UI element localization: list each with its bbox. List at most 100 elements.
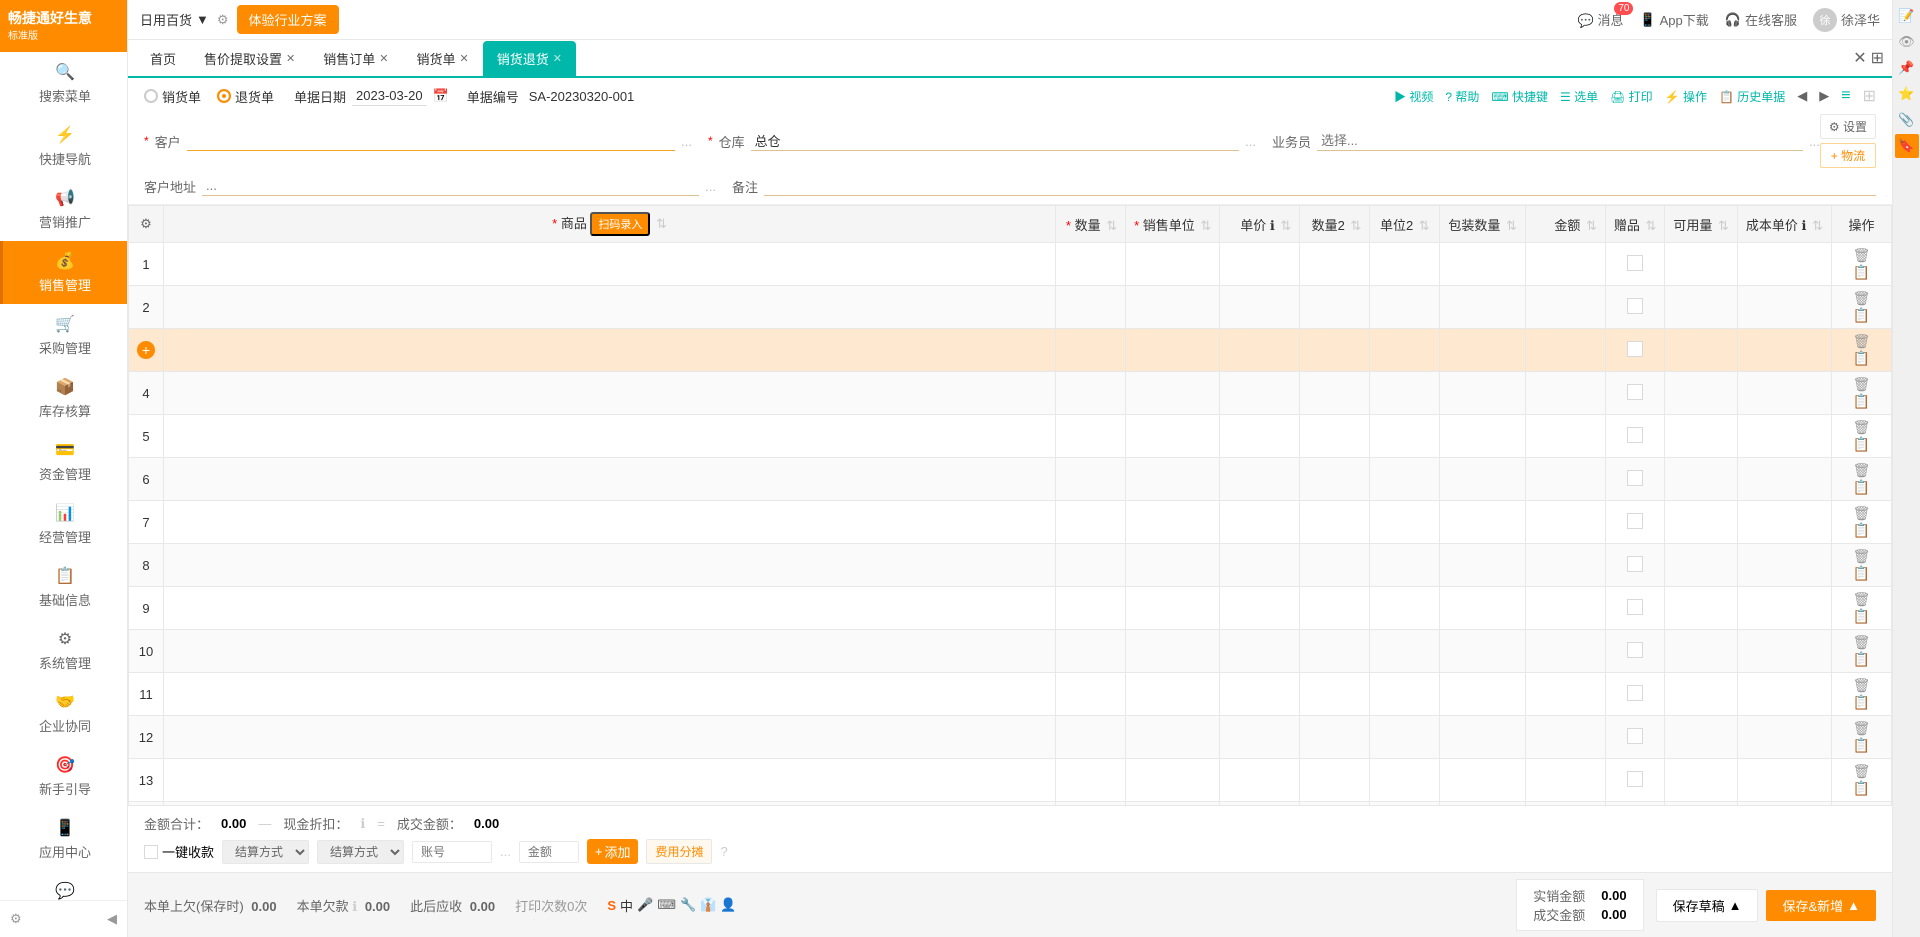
cell-product-12[interactable] [164,716,1056,759]
cell-cost-6[interactable] [1737,458,1831,501]
collapse-icon[interactable]: ◀ [107,911,117,927]
product-input-1[interactable] [172,257,1047,272]
right-panel-star[interactable]: ⭐ [1895,82,1919,106]
cell-price-5[interactable] [1220,415,1300,458]
delete-row-13[interactable]: 🗑 [1853,763,1871,779]
save-draft-btn[interactable]: 保存草稿 ▲ [1656,889,1759,922]
copy-row-10[interactable]: 📋 [1853,651,1870,667]
person-icon[interactable]: 👤 [720,897,736,913]
cell-cost-8[interactable] [1737,544,1831,587]
cell-cost-5[interactable] [1737,415,1831,458]
tab-more-icon[interactable]: ⊞ [1871,48,1884,68]
product-input-7[interactable] [172,515,1047,530]
cell-qty-6[interactable] [1056,458,1126,501]
delete-row-10[interactable]: 🗑 [1853,634,1871,650]
address-dots-btn[interactable]: ... [705,179,716,194]
tab-home[interactable]: 首页 [136,41,190,76]
cell-product-2[interactable] [164,286,1056,329]
cell-avail-11[interactable] [1665,673,1738,716]
cell-gift-8[interactable] [1605,544,1665,587]
cell-amount-2[interactable] [1525,286,1605,329]
cell-unit-11[interactable] [1126,673,1220,716]
cell-gift-7[interactable] [1605,501,1665,544]
cell-avail-10[interactable] [1665,630,1738,673]
cell-qty2-10[interactable] [1300,630,1370,673]
cell-product-7[interactable] [164,501,1056,544]
tab-sales-return[interactable]: 销货退货 ✕ [483,41,576,76]
cell-product-5[interactable] [164,415,1056,458]
cell-gift-9[interactable] [1605,587,1665,630]
gift-checkbox-4[interactable] [1627,384,1643,400]
delete-row-3[interactable]: 🗑 [1853,333,1871,349]
cell-qty2-7[interactable] [1300,501,1370,544]
right-panel-view[interactable]: 👁 [1895,30,1919,54]
salesperson-dots-btn[interactable]: ... [1809,134,1820,149]
cell-qty2-13[interactable] [1300,759,1370,802]
salesperson-input[interactable] [1317,131,1803,151]
sidebar-item-enterprise[interactable]: 🤝企业协同 [0,682,127,745]
cell-unit-4[interactable] [1126,372,1220,415]
cell-product-4[interactable] [164,372,1056,415]
nav-next-icon[interactable]: ▶ [1819,88,1829,104]
cell-unit-5[interactable] [1126,415,1220,458]
cell-pack-13[interactable] [1440,759,1526,802]
product-input-9[interactable] [172,601,1047,616]
cell-cost-13[interactable] [1737,759,1831,802]
cell-pack-12[interactable] [1440,716,1526,759]
cell-avail-9[interactable] [1665,587,1738,630]
product-input-3[interactable] [172,343,1047,358]
product-input-4[interactable] [172,386,1047,401]
radio-sale[interactable]: 销货单 [144,87,201,106]
sidebar-item-sales[interactable]: 💰销售管理 [0,241,127,304]
sidebar-item-marketing[interactable]: 📢营销推广 [0,178,127,241]
cell-unit2-13[interactable] [1370,759,1440,802]
delete-row-1[interactable]: 🗑 [1853,247,1871,263]
cell-unit-3[interactable] [1126,329,1220,372]
cell-amount-13[interactable] [1525,759,1605,802]
gift-checkbox-7[interactable] [1627,513,1643,529]
delete-row-12[interactable]: 🗑 [1853,720,1871,736]
copy-row-1[interactable]: 📋 [1853,264,1870,280]
one-click-payment-checkbox[interactable]: 一键收款 [144,842,214,861]
cell-amount-6[interactable] [1525,458,1605,501]
cell-unit2-3[interactable] [1370,329,1440,372]
sidebar-item-operations[interactable]: 📊经营管理 [0,493,127,556]
copy-row-3[interactable]: 📋 [1853,350,1870,366]
cell-unit-6[interactable] [1126,458,1220,501]
cell-avail-8[interactable] [1665,544,1738,587]
cell-unit2-6[interactable] [1370,458,1440,501]
cell-avail-6[interactable] [1665,458,1738,501]
cell-qty2-3[interactable] [1300,329,1370,372]
nav-prev-icon[interactable]: ◀ [1797,88,1807,104]
cell-product-6[interactable] [164,458,1056,501]
cell-qty-7[interactable] [1056,501,1126,544]
cell-qty2-11[interactable] [1300,673,1370,716]
cell-avail-7[interactable] [1665,501,1738,544]
amount-input[interactable] [519,841,579,863]
gift-checkbox-13[interactable] [1627,771,1643,787]
calendar-icon[interactable]: 📅 [433,88,449,104]
remark-input[interactable] [764,176,1876,196]
cell-cost-2[interactable] [1737,286,1831,329]
sidebar-item-wechat[interactable]: 💬企业微信 [0,871,127,900]
product-input-5[interactable] [172,429,1047,444]
cell-avail-3[interactable] [1665,329,1738,372]
cell-price-1[interactable] [1220,243,1300,286]
cell-qty-3[interactable] [1056,329,1126,372]
gift-checkbox-9[interactable] [1627,599,1643,615]
shirt-icon[interactable]: 👔 [700,897,716,913]
scan-input-btn[interactable]: 扫码录入 [590,212,650,236]
copy-row-4[interactable]: 📋 [1853,393,1870,409]
cell-qty2-1[interactable] [1300,243,1370,286]
view-list-icon[interactable]: ≡ [1841,87,1850,105]
cell-pack-11[interactable] [1440,673,1526,716]
cell-product-11[interactable] [164,673,1056,716]
cell-product-13[interactable] [164,759,1056,802]
product-input-6[interactable] [172,472,1047,487]
cell-price-10[interactable] [1220,630,1300,673]
cell-qty-12[interactable] [1056,716,1126,759]
cell-unit-1[interactable] [1126,243,1220,286]
help-btn[interactable]: ? 帮助 [1445,88,1479,105]
cell-pack-1[interactable] [1440,243,1526,286]
shortcut-btn[interactable]: ⌨ 快捷键 [1491,88,1548,105]
